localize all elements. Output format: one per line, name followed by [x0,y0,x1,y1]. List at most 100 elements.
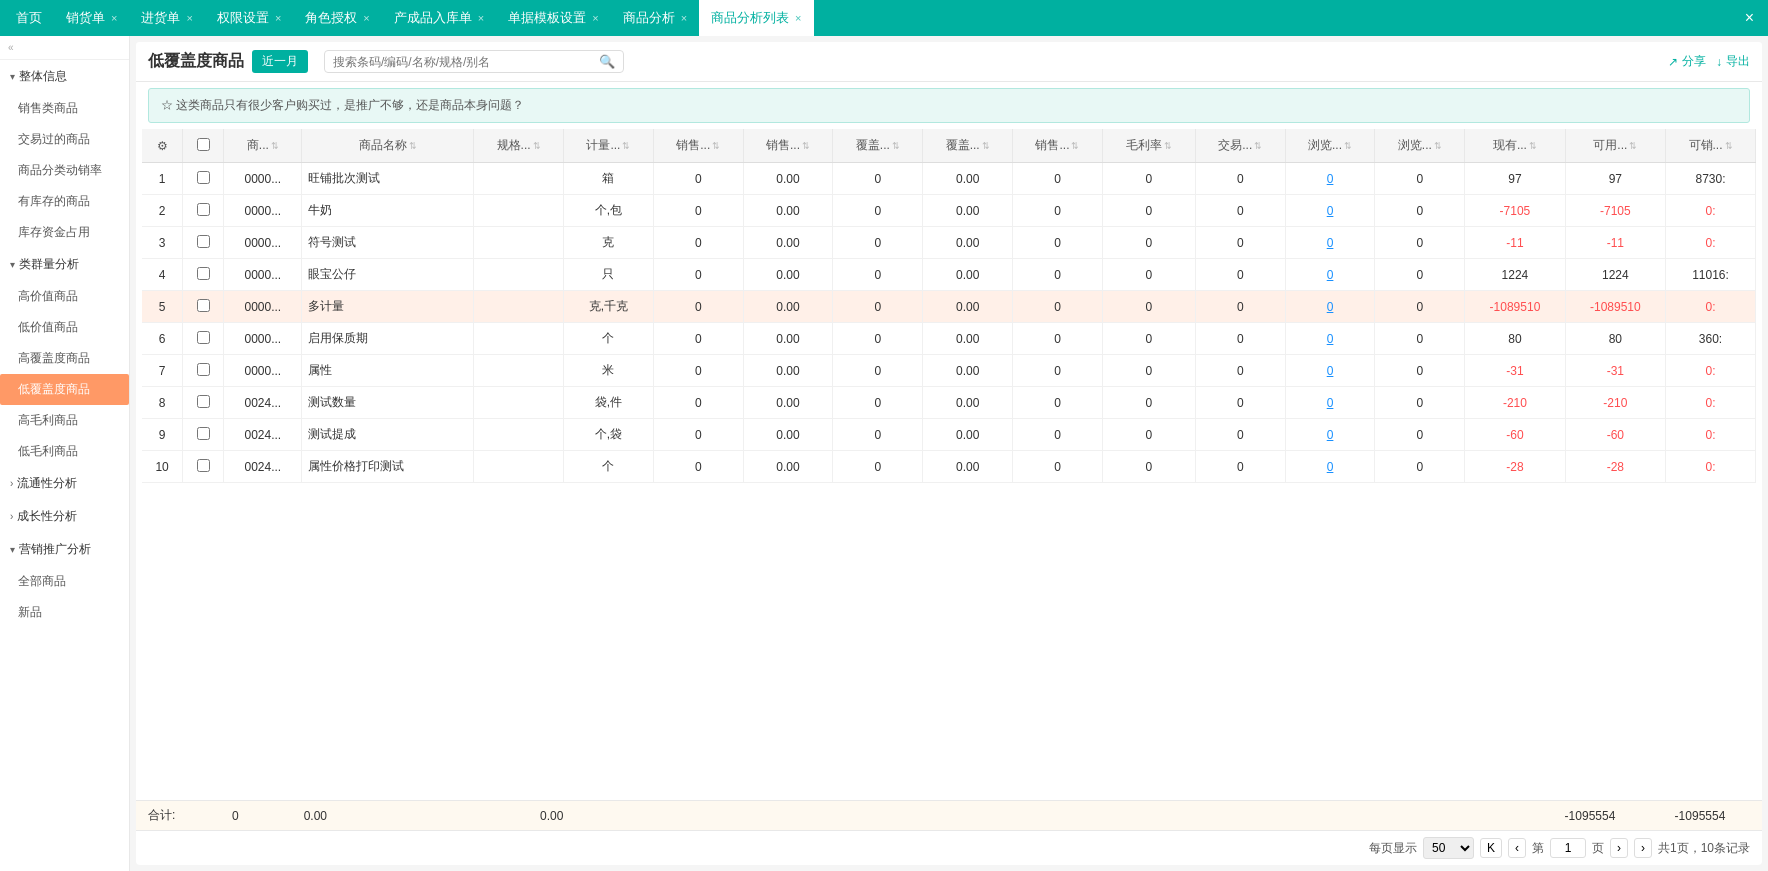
browse2-col-header[interactable]: 浏览...⇅ [1375,129,1465,163]
tab-sales-order[interactable]: 销货单 × [54,0,129,36]
row-browse1[interactable]: 0 [1285,323,1375,355]
code-col-header[interactable]: 商...⇅ [224,129,302,163]
export-button[interactable]: ↓ 导出 [1716,53,1750,70]
sales-amt-col-header[interactable]: 销售...⇅ [743,129,833,163]
row-browse1[interactable]: 0 [1285,387,1375,419]
sidebar-section-cluster[interactable]: ▾ 类群量分析 [0,248,129,281]
avail-stock-col-header[interactable]: 可用...⇅ [1565,129,1665,163]
checkbox-col-header[interactable] [183,129,224,163]
row-browse1[interactable]: 0 [1285,227,1375,259]
cover1-col-header[interactable]: 覆盖...⇅ [833,129,923,163]
search-input[interactable] [333,55,599,69]
sidebar-item-category-rate[interactable]: 商品分类动销率 [0,155,129,186]
row-select-checkbox[interactable] [197,267,210,280]
sidebar-item-new-goods[interactable]: 新品 [0,597,129,628]
row-checkbox[interactable] [183,451,224,483]
tab-purchase-order[interactable]: 进货单 × [129,0,204,36]
row-checkbox[interactable] [183,195,224,227]
sidebar-item-capital-usage[interactable]: 库存资金占用 [0,217,129,248]
close-icon[interactable]: × [275,12,281,24]
tab-permissions[interactable]: 权限设置 × [205,0,293,36]
row-select-checkbox[interactable] [197,171,210,184]
sidebar-section-overall[interactable]: ▾ 整体信息 [0,60,129,93]
close-all-button[interactable]: × [1735,9,1764,27]
row-browse1[interactable]: 0 [1285,195,1375,227]
sidebar-item-low-margin[interactable]: 低毛利商品 [0,436,129,467]
close-icon[interactable]: × [363,12,369,24]
tab-template-settings[interactable]: 单据模板设置 × [496,0,610,36]
current-stock-col-header[interactable]: 现有...⇅ [1465,129,1565,163]
prev-page-btn[interactable]: ‹ [1508,838,1526,858]
row-code: 0000... [224,323,302,355]
row-browse1[interactable]: 0 [1285,355,1375,387]
saleable-col-header[interactable]: 可销...⇅ [1666,129,1756,163]
row-select-checkbox[interactable] [197,427,210,440]
row-browse1[interactable]: 0 [1285,259,1375,291]
close-icon[interactable]: × [795,12,801,24]
spec-col-header[interactable]: 规格...⇅ [474,129,564,163]
row-checkbox[interactable] [183,419,224,451]
close-icon[interactable]: × [681,12,687,24]
sidebar-item-all-goods[interactable]: 全部商品 [0,566,129,597]
next-page-btn[interactable]: › [1610,838,1628,858]
sidebar-item-traded-goods[interactable]: 交易过的商品 [0,124,129,155]
sidebar-item-low-value[interactable]: 低价值商品 [0,312,129,343]
tab-product-analysis[interactable]: 商品分析 × [611,0,699,36]
close-icon[interactable]: × [478,12,484,24]
browse1-col-header[interactable]: 浏览...⇅ [1285,129,1375,163]
sales-qty-col-header[interactable]: 销售...⇅ [653,129,743,163]
page-size-select[interactable]: 50 20 100 [1423,837,1474,859]
row-select-checkbox[interactable] [197,331,210,344]
row-checkbox[interactable] [183,163,224,195]
row-checkbox[interactable] [183,227,224,259]
period-button[interactable]: 近一月 [252,50,308,73]
row-checkbox[interactable] [183,387,224,419]
sidebar-section-marketing[interactable]: ▾ 营销推广分析 [0,533,129,566]
sidebar-item-high-coverage[interactable]: 高覆盖度商品 [0,343,129,374]
close-icon[interactable]: × [186,12,192,24]
row-select-checkbox[interactable] [197,363,210,376]
sidebar-section-growth[interactable]: › 成长性分析 [0,500,129,533]
tab-role-auth[interactable]: 角色授权 × [293,0,381,36]
page-number-input[interactable] [1550,838,1586,858]
cover2-col-header[interactable]: 覆盖...⇅ [923,129,1013,163]
last-page-btn[interactable]: › [1634,838,1652,858]
sidebar-section-flow[interactable]: › 流通性分析 [0,467,129,500]
trade-col-header[interactable]: 交易...⇅ [1195,129,1285,163]
row-select-checkbox[interactable] [197,459,210,472]
row-select-checkbox[interactable] [197,203,210,216]
search-icon[interactable]: 🔍 [599,54,615,69]
row-select-checkbox[interactable] [197,395,210,408]
tab-product-inbound[interactable]: 产成品入库单 × [382,0,496,36]
row-browse1[interactable]: 0 [1285,291,1375,323]
tab-home[interactable]: 首页 [4,0,54,36]
row-select-checkbox[interactable] [197,299,210,312]
sidebar-item-high-margin[interactable]: 高毛利商品 [0,405,129,436]
tab-product-analysis-list[interactable]: 商品分析列表 × [699,0,813,36]
row-browse1[interactable]: 0 [1285,163,1375,195]
row-checkbox[interactable] [183,291,224,323]
settings-col-header[interactable]: ⚙ [142,129,183,163]
margin-col-header[interactable]: 毛利率⇅ [1102,129,1195,163]
sidebar-item-low-coverage[interactable]: 低覆盖度商品 [0,374,129,405]
sidebar-collapse-btn[interactable]: « [8,42,14,53]
row-browse1[interactable]: 0 [1285,451,1375,483]
first-page-btn[interactable]: K [1480,838,1502,858]
row-browse1[interactable]: 0 [1285,419,1375,451]
sidebar-item-sales-goods[interactable]: 销售类商品 [0,93,129,124]
row-checkbox[interactable] [183,323,224,355]
name-col-header[interactable]: 商品名称⇅ [302,129,474,163]
row-sales-amt: 0.00 [743,323,833,355]
close-icon[interactable]: × [111,12,117,24]
row-select-checkbox[interactable] [197,235,210,248]
close-icon[interactable]: × [592,12,598,24]
row-checkbox[interactable] [183,355,224,387]
row-checkbox[interactable] [183,259,224,291]
sales3-col-header[interactable]: 销售...⇅ [1013,129,1103,163]
select-all-checkbox[interactable] [197,138,210,151]
sidebar-item-high-value[interactable]: 高价值商品 [0,281,129,312]
share-button[interactable]: ↗ 分享 [1668,53,1706,70]
sidebar-item-in-stock[interactable]: 有库存的商品 [0,186,129,217]
unit-col-header[interactable]: 计量...⇅ [564,129,654,163]
sidebar: « ▾ 整体信息 销售类商品 交易过的商品 商品分类动销率 有库存的商品 库存资… [0,36,130,871]
